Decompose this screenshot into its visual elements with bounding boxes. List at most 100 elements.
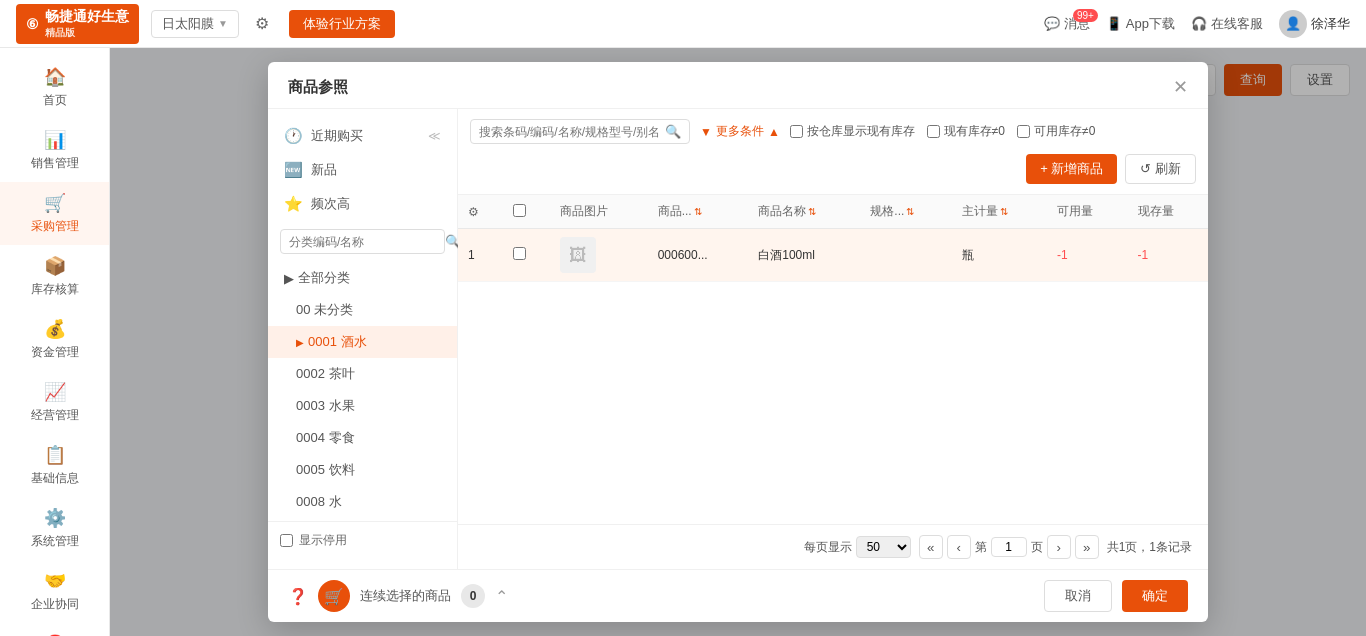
sidebar-item-guide[interactable]: 🎯 新手引导 (0, 623, 109, 636)
product-search-icon[interactable]: 🔍 (665, 124, 681, 139)
service-label: 在线客服 (1211, 15, 1263, 33)
page-suffix: 页 (1031, 539, 1043, 556)
help-icon[interactable]: ❓ (288, 587, 308, 606)
left-panel: 🕐 近期购买 ≪ 🆕 新品 ⭐ 频次高 (268, 109, 458, 569)
category-uncategorized[interactable]: 00 未分类 (268, 294, 457, 326)
sidebar-label-inventory: 库存核算 (31, 281, 79, 298)
checkbox-available[interactable]: 可用库存≠0 (1017, 123, 1095, 140)
select-all-checkbox[interactable] (513, 204, 526, 217)
category-fruit[interactable]: 0003 水果 (268, 390, 457, 422)
checkbox-available-label: 可用库存≠0 (1034, 123, 1095, 140)
td-unit: 瓶 (952, 229, 1047, 282)
checkbox-warehouse-input[interactable] (790, 125, 803, 138)
first-page-button[interactable]: « (919, 535, 943, 559)
category-water[interactable]: 0008 水 (268, 486, 457, 518)
close-icon[interactable]: ✕ (1173, 76, 1188, 98)
category-tea[interactable]: 0002 茶叶 (268, 358, 457, 390)
show-disabled-checkbox[interactable] (280, 534, 293, 547)
collapse-arrow-icon[interactable]: ⌃ (495, 587, 508, 606)
checkbox-existing-input[interactable] (927, 125, 940, 138)
confirm-button[interactable]: 确定 (1122, 580, 1188, 612)
user-menu[interactable]: 👤 徐泽华 (1279, 10, 1350, 38)
add-product-button[interactable]: + 新增商品 (1026, 154, 1117, 184)
next-page-button[interactable]: › (1047, 535, 1071, 559)
messages-button[interactable]: 💬 消息 99+ (1044, 15, 1090, 33)
category-liquor-label: 0001 酒水 (308, 333, 367, 351)
cart-count: 0 (461, 584, 485, 608)
sidebar-item-business[interactable]: 📈 经营管理 (0, 371, 109, 434)
td-name: 白酒100ml (748, 229, 860, 282)
category-liquor[interactable]: ▶ 0001 酒水 (268, 326, 457, 358)
brand-selector[interactable]: 日太阳膜 ▼ (151, 10, 239, 38)
last-page-button[interactable]: » (1075, 535, 1099, 559)
customer-service-button[interactable]: 🎧 在线客服 (1191, 15, 1263, 33)
table-row[interactable]: 1 🖼 000600... 白酒100ml 瓶 (458, 229, 1208, 282)
category-search[interactable]: 🔍 (280, 229, 445, 254)
collapse-icon[interactable]: ≪ (428, 129, 441, 143)
sidebar-item-inventory[interactable]: 📦 库存核算 (0, 245, 109, 308)
dialog-footer: ❓ 🛒 连续选择的商品 0 ⌃ 取消 确定 (268, 569, 1208, 622)
category-all-label: 全部分类 (298, 269, 350, 287)
gear-icon[interactable]: ⚙ (255, 14, 269, 33)
sidebar-label-finance: 资金管理 (31, 344, 79, 361)
sidebar-item-basic[interactable]: 📋 基础信息 (0, 434, 109, 497)
frequent-label: 频次高 (311, 195, 350, 213)
cart-button[interactable]: 🛒 (318, 580, 350, 612)
product-search-box[interactable]: 🔍 (470, 119, 690, 144)
phone-icon: 📱 (1106, 16, 1122, 31)
cancel-button[interactable]: 取消 (1044, 580, 1112, 612)
business-icon: 📈 (44, 381, 66, 403)
active-arrow-icon: ▶ (296, 337, 304, 348)
app-download-button[interactable]: 📱 App下载 (1106, 15, 1175, 33)
category-drink[interactable]: 0005 饮料 (268, 454, 457, 486)
total-records: 共1页，1条记录 (1107, 539, 1192, 556)
message-badge: 99+ (1073, 9, 1098, 22)
col-checkbox (503, 195, 550, 229)
trial-button[interactable]: 体验行业方案 (289, 10, 395, 38)
col-unit: 主计量⇅ (952, 195, 1047, 229)
col-settings[interactable]: ⚙ (458, 195, 503, 229)
checkbox-warehouse[interactable]: 按仓库显示现有库存 (790, 123, 915, 140)
product-search-input[interactable] (479, 125, 659, 139)
checkbox-existing-label: 现有库存≠0 (944, 123, 1005, 140)
toolbar: 🔍 ▼ 更多条件 ▲ 按仓库显示现有库存 (458, 109, 1208, 195)
pagination: 每页显示 50 100 200 « ‹ 第 (458, 524, 1208, 569)
page-size-selector: 每页显示 50 100 200 (804, 536, 911, 558)
page-number-input[interactable] (991, 537, 1027, 557)
sidebar-item-collab[interactable]: 🤝 企业协同 (0, 560, 109, 623)
sidebar-item-purchase[interactable]: 🛒 采购管理 (0, 182, 109, 245)
sidebar-item-home[interactable]: 🏠 首页 (0, 56, 109, 119)
refresh-button[interactable]: ↺ 刷新 (1125, 154, 1196, 184)
brand-name: 日太阳膜 (162, 15, 214, 33)
col-available: 可用量 (1047, 195, 1127, 229)
username: 徐泽华 (1311, 15, 1350, 33)
filter-button[interactable]: ▼ 更多条件 ▲ (700, 123, 780, 140)
new-product-item[interactable]: 🆕 新品 (268, 153, 457, 187)
show-disabled-label: 显示停用 (299, 532, 347, 549)
category-snack[interactable]: 0004 零食 (268, 422, 457, 454)
avatar: 👤 (1279, 10, 1307, 38)
row-checkbox[interactable] (513, 247, 526, 260)
category-snack-label: 0004 零食 (296, 429, 355, 447)
chevron-down-icon: ▼ (218, 18, 228, 29)
basic-icon: 📋 (44, 444, 66, 466)
category-search-input[interactable] (289, 235, 439, 249)
toolbar-right: + 新增商品 ↺ 刷新 (1026, 154, 1196, 184)
td-image: 🖼 (550, 229, 648, 282)
td-checkbox[interactable] (503, 229, 550, 282)
category-uncategorized-label: 00 未分类 (296, 301, 353, 319)
sidebar-item-system[interactable]: ⚙️ 系统管理 (0, 497, 109, 560)
checkbox-existing[interactable]: 现有库存≠0 (927, 123, 1005, 140)
recent-purchase-item[interactable]: 🕐 近期购买 ≪ (268, 119, 457, 153)
frequent-item[interactable]: ⭐ 频次高 (268, 187, 457, 221)
filter-arrow-icon: ▲ (768, 125, 780, 139)
filter-label: 更多条件 (716, 123, 764, 140)
prev-page-button[interactable]: ‹ (947, 535, 971, 559)
per-page-select[interactable]: 50 100 200 (856, 536, 911, 558)
modal-overlay[interactable]: 商品参照 ✕ 🕐 近期购买 ≪ 🆕 (110, 48, 1366, 636)
sidebar-item-sales[interactable]: 📊 销售管理 (0, 119, 109, 182)
checkbox-available-input[interactable] (1017, 125, 1030, 138)
sidebar-item-finance[interactable]: 💰 资金管理 (0, 308, 109, 371)
category-all[interactable]: ▶ 全部分类 (268, 262, 457, 294)
dialog-body: 🕐 近期购买 ≪ 🆕 新品 ⭐ 频次高 (268, 109, 1208, 569)
